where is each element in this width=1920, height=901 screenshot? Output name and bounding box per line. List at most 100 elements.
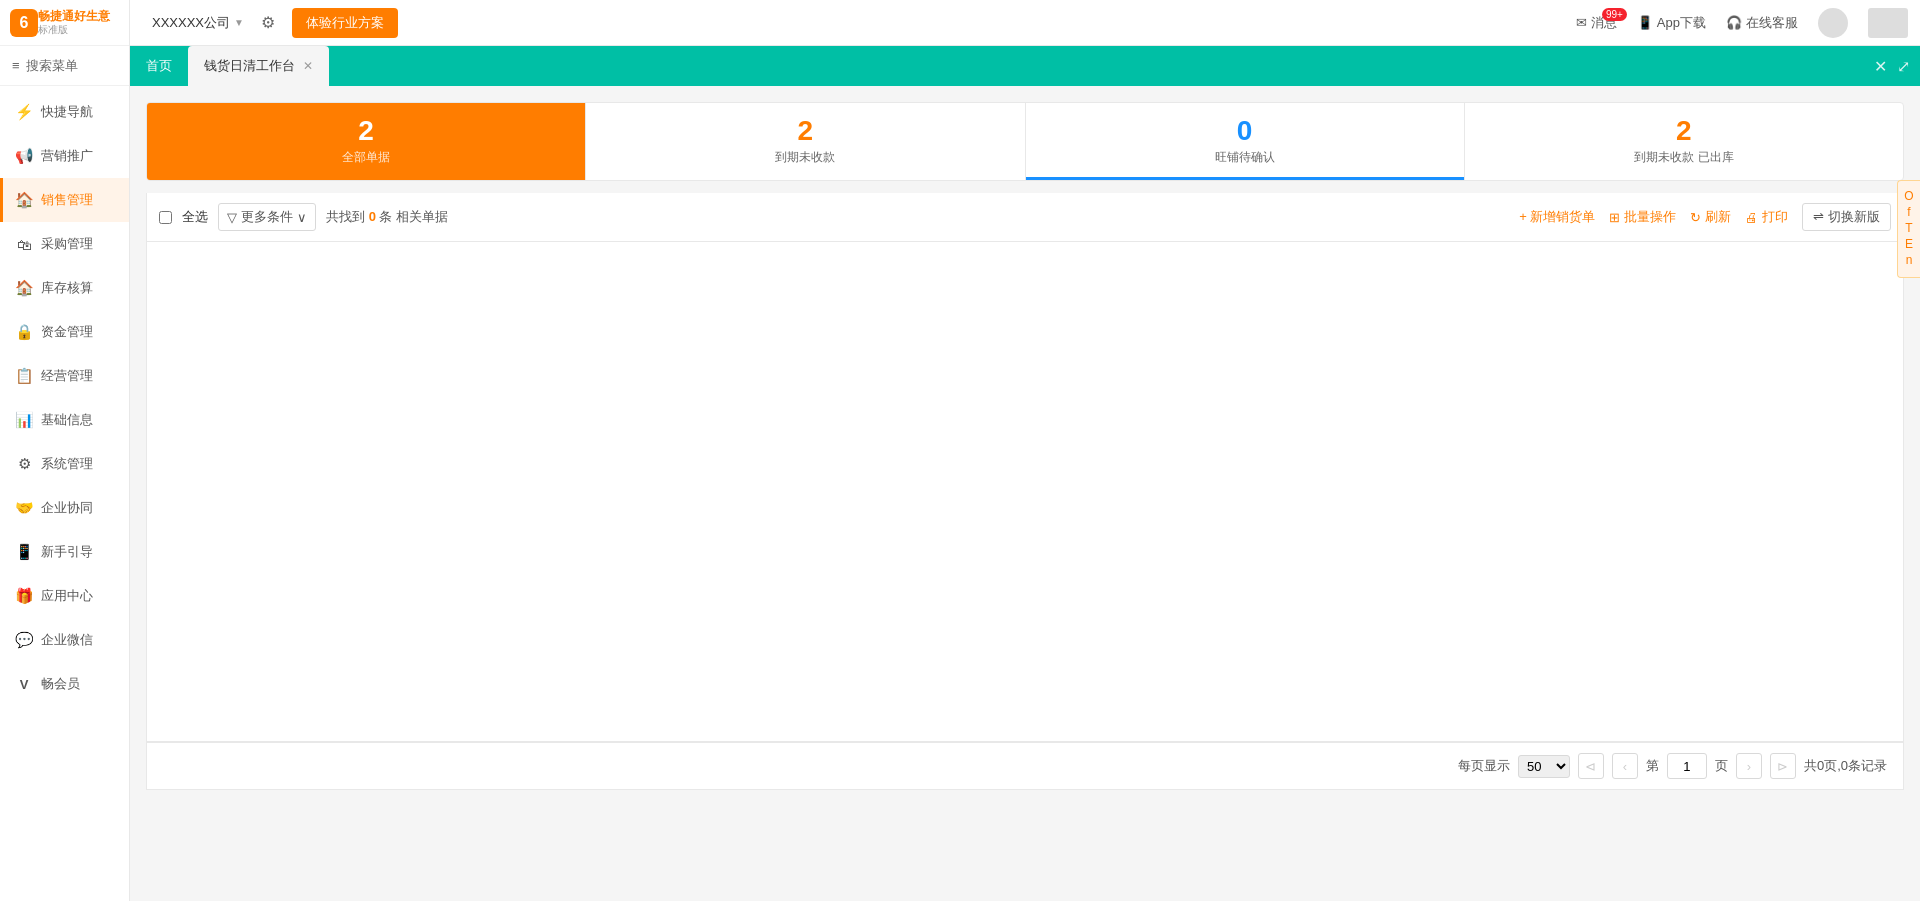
sidebar-item-member[interactable]: V 畅会员 bbox=[0, 662, 129, 706]
next-page-btn[interactable]: › bbox=[1736, 753, 1762, 779]
app-download-label: App下载 bbox=[1657, 14, 1706, 32]
last-page-btn[interactable]: ⊳ bbox=[1770, 753, 1796, 779]
switch-icon: ⇌ bbox=[1813, 209, 1824, 224]
stats-tab-all[interactable]: 2 全部单据 bbox=[147, 103, 586, 180]
result-prefix: 共找到 bbox=[326, 209, 365, 224]
stats-num-overdue: 2 bbox=[602, 117, 1008, 145]
pagination-bar: 每页显示 50 100 200 ⊲ ‹ 第 页 › ⊳ 共0页,0条记录 bbox=[146, 742, 1904, 790]
filter-dropdown-icon: ∨ bbox=[297, 210, 307, 225]
message-btn[interactable]: ✉ 消息 99+ bbox=[1576, 14, 1617, 32]
sidebar-label: 销售管理 bbox=[41, 191, 93, 209]
main-content: 2 全部单据 2 到期未收款 0 旺铺待确认 2 到期未收款 已出库 全选 ▽ … bbox=[130, 86, 1920, 901]
basic-icon: 📊 bbox=[15, 411, 33, 429]
app-download-btn[interactable]: 📱 App下载 bbox=[1637, 14, 1706, 32]
sidebar-item-system[interactable]: ⚙ 系统管理 bbox=[0, 442, 129, 486]
settings-button[interactable]: ⚙ bbox=[254, 9, 282, 37]
tab-actions: ✕ ⤢ bbox=[1874, 57, 1920, 76]
tab-underline bbox=[1026, 177, 1464, 180]
sidebar-label: 采购管理 bbox=[41, 235, 93, 253]
purchase-icon: 🛍 bbox=[15, 235, 33, 253]
message-badge: 99+ bbox=[1602, 8, 1627, 21]
page-label: 第 bbox=[1646, 757, 1659, 775]
stats-label-overdue-out: 到期未收款 已出库 bbox=[1481, 149, 1887, 166]
message-icon: ✉ bbox=[1576, 15, 1587, 30]
more-filters-btn[interactable]: ▽ 更多条件 ∨ bbox=[218, 203, 316, 231]
wecom-icon: 💬 bbox=[15, 631, 33, 649]
switch-version-btn[interactable]: ⇌ 切换新版 bbox=[1802, 203, 1891, 231]
prev-page-btn[interactable]: ‹ bbox=[1612, 753, 1638, 779]
toolbar-right: + 新增销货单 ⊞ 批量操作 ↻ 刷新 🖨 打印 ⇌ 切换新版 bbox=[1519, 203, 1891, 231]
new-sale-label: + 新增销货单 bbox=[1519, 208, 1595, 226]
print-btn[interactable]: 🖨 打印 bbox=[1745, 208, 1788, 226]
filter-icon: ▽ bbox=[227, 210, 237, 225]
app-center-icon: 🎁 bbox=[15, 587, 33, 605]
tab-home-label: 首页 bbox=[146, 57, 172, 75]
sidebar-item-sales[interactable]: 🏠 销售管理 bbox=[0, 178, 129, 222]
sidebar-label: 系统管理 bbox=[41, 455, 93, 473]
refresh-btn[interactable]: ↻ 刷新 bbox=[1690, 208, 1731, 226]
new-sale-btn[interactable]: + 新增销货单 bbox=[1519, 208, 1595, 226]
logo-icon: 6 bbox=[10, 9, 38, 37]
user-menu[interactable] bbox=[1868, 8, 1908, 38]
sidebar-item-quick-nav[interactable]: ⚡ 快捷导航 bbox=[0, 90, 129, 134]
first-page-btn[interactable]: ⊲ bbox=[1578, 753, 1604, 779]
batch-btn[interactable]: ⊞ 批量操作 bbox=[1609, 208, 1676, 226]
industry-btn[interactable]: 体验行业方案 bbox=[292, 8, 398, 38]
page-input[interactable] bbox=[1667, 753, 1707, 779]
sidebar-label: 库存核算 bbox=[41, 279, 93, 297]
toolbar-left: 全选 ▽ 更多条件 ∨ 共找到 0 条 相关单据 bbox=[159, 203, 1507, 231]
tab-close-icon[interactable]: ✕ bbox=[303, 59, 313, 73]
switch-label: 切换新版 bbox=[1828, 209, 1880, 224]
tab-minimize-btn[interactable]: ✕ bbox=[1874, 57, 1887, 76]
sidebar-label: 企业微信 bbox=[41, 631, 93, 649]
online-service-btn[interactable]: 🎧 在线客服 bbox=[1726, 14, 1798, 32]
batch-icon: ⊞ bbox=[1609, 210, 1620, 225]
sidebar-item-basic[interactable]: 📊 基础信息 bbox=[0, 398, 129, 442]
refresh-icon: ↻ bbox=[1690, 210, 1701, 225]
often-badge[interactable]: OfTEn bbox=[1897, 180, 1920, 278]
search-menu-label: 搜索菜单 bbox=[26, 57, 78, 75]
sidebar-item-cooperation[interactable]: 🤝 企业协同 bbox=[0, 486, 129, 530]
sidebar-item-operation[interactable]: 📋 经营管理 bbox=[0, 354, 129, 398]
sidebar-item-finance[interactable]: 🔒 资金管理 bbox=[0, 310, 129, 354]
stats-label-pending: 旺铺待确认 bbox=[1042, 149, 1448, 166]
sidebar: 6 畅捷通好生意 标准版 ≡ 搜索菜单 ⚡ 快捷导航 📢 营销推广 🏠 销售管理… bbox=[0, 0, 130, 901]
search-menu-btn[interactable]: ≡ 搜索菜单 bbox=[0, 46, 129, 86]
sidebar-item-inventory[interactable]: 🏠 库存核算 bbox=[0, 266, 129, 310]
refresh-label: 刷新 bbox=[1705, 208, 1731, 226]
search-icon: ≡ bbox=[12, 58, 20, 73]
sidebar-item-guide[interactable]: 📱 新手引导 bbox=[0, 530, 129, 574]
member-icon: V bbox=[15, 675, 33, 693]
inventory-icon: 🏠 bbox=[15, 279, 33, 297]
stats-tab-overdue-out[interactable]: 2 到期未收款 已出库 bbox=[1465, 103, 1903, 180]
avatar[interactable] bbox=[1818, 8, 1848, 38]
sidebar-label: 企业协同 bbox=[41, 499, 93, 517]
result-count: 0 bbox=[369, 209, 376, 224]
cooperation-icon: 🤝 bbox=[15, 499, 33, 517]
sidebar-item-app-center[interactable]: 🎁 应用中心 bbox=[0, 574, 129, 618]
operation-icon: 📋 bbox=[15, 367, 33, 385]
stats-label-all: 全部单据 bbox=[163, 149, 569, 166]
stats-tab-overdue[interactable]: 2 到期未收款 bbox=[586, 103, 1025, 180]
company-selector[interactable]: XXXXXX公司 ▼ bbox=[152, 14, 244, 32]
tab-workbench[interactable]: 钱货日清工作台 ✕ bbox=[188, 46, 329, 86]
sidebar-label: 快捷导航 bbox=[41, 103, 93, 121]
sidebar-label: 营销推广 bbox=[41, 147, 93, 165]
select-all-checkbox[interactable] bbox=[159, 211, 172, 224]
sidebar-label: 畅会员 bbox=[41, 675, 80, 693]
stats-num-overdue-out: 2 bbox=[1481, 117, 1887, 145]
result-suffix: 相关单据 bbox=[396, 209, 448, 224]
sidebar-item-marketing[interactable]: 📢 营销推广 bbox=[0, 134, 129, 178]
tab-workbench-label: 钱货日清工作台 bbox=[204, 57, 295, 75]
stats-num-all: 2 bbox=[163, 117, 569, 145]
stats-num-pending: 0 bbox=[1042, 117, 1448, 145]
sidebar-item-purchase[interactable]: 🛍 采购管理 bbox=[0, 222, 129, 266]
tab-bar: 首页 钱货日清工作台 ✕ ✕ ⤢ bbox=[130, 46, 1920, 86]
stats-tab-pending[interactable]: 0 旺铺待确认 bbox=[1026, 103, 1465, 180]
sidebar-item-wecom[interactable]: 💬 企业微信 bbox=[0, 618, 129, 662]
toolbar: 全选 ▽ 更多条件 ∨ 共找到 0 条 相关单据 + 新增销货单 ⊞ 批量操作 bbox=[146, 193, 1904, 242]
tab-home[interactable]: 首页 bbox=[130, 46, 188, 86]
tab-maximize-btn[interactable]: ⤢ bbox=[1897, 57, 1910, 76]
sidebar-label: 资金管理 bbox=[41, 323, 93, 341]
per-page-select[interactable]: 50 100 200 bbox=[1518, 755, 1570, 778]
